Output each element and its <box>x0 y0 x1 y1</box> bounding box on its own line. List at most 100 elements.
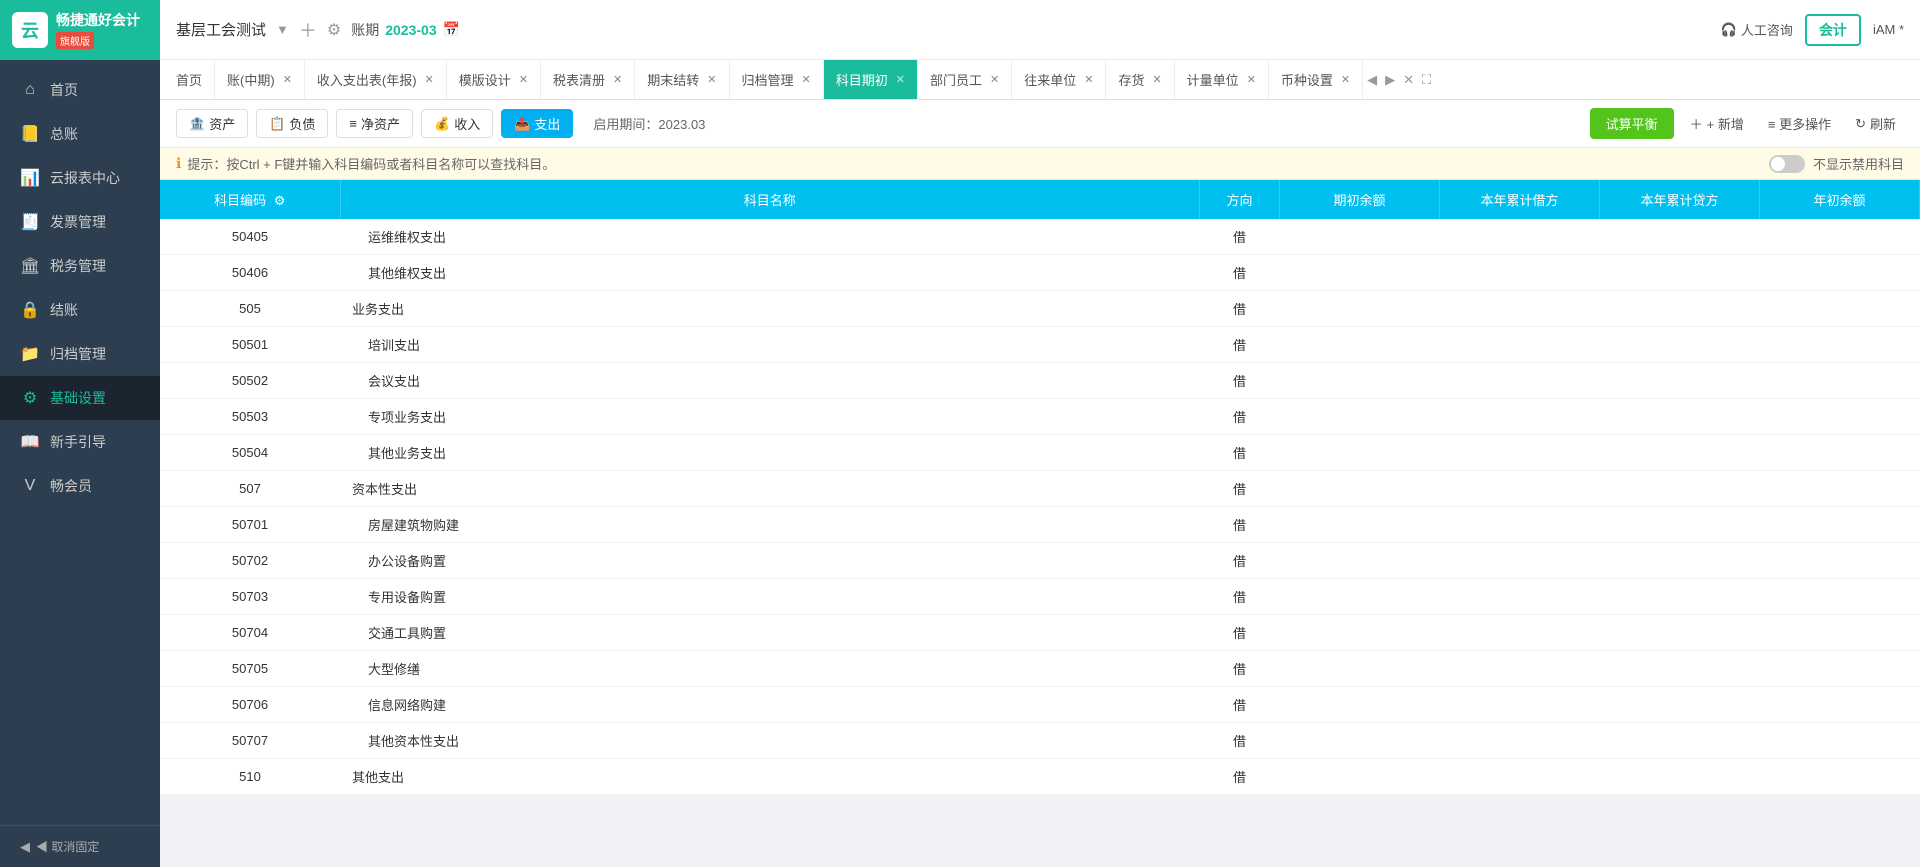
table-row[interactable]: 50405运维维权支出借 <box>160 219 1920 255</box>
tab-close-inventory[interactable]: ✕ <box>1152 73 1161 86</box>
header-code: 科目编码 ⚙ <box>160 180 340 219</box>
cell-opening-balance <box>1280 399 1440 435</box>
cell-code: 50406 <box>160 255 340 291</box>
account-type-assets[interactable]: 🏦 资产 <box>176 109 248 138</box>
cell-name: 专项业务支出 <box>340 399 1200 435</box>
tab-scroll-left[interactable]: ◀ <box>1363 72 1381 88</box>
more-btn[interactable]: ≡ 更多操作 <box>1760 110 1839 137</box>
add-tab-btn[interactable]: ＋ <box>299 17 317 43</box>
cell-code: 50501 <box>160 327 340 363</box>
refresh-btn[interactable]: ↻ 刷新 <box>1847 110 1904 137</box>
header-ytd-credit: 本年累计贷方 <box>1600 180 1760 219</box>
table-row[interactable]: 50504其他业务支出借 <box>160 435 1920 471</box>
account-type-liabilities[interactable]: 📋 负债 <box>256 109 328 138</box>
tax-icon: 🏛 <box>20 256 40 276</box>
calendar-icon[interactable]: 📅 <box>443 21 460 38</box>
cell-ytd-balance <box>1760 543 1920 579</box>
period-info: 账期 2023-03 📅 <box>351 20 460 40</box>
table-row[interactable]: 507资本性支出借 <box>160 471 1920 507</box>
table-row[interactable]: 50705大型修缮借 <box>160 651 1920 687</box>
tab-currency[interactable]: 币种设置 ✕ <box>1269 60 1363 100</box>
table-row[interactable]: 50706信息网络购建借 <box>160 687 1920 723</box>
tab-close-subject[interactable]: ✕ <box>896 73 905 86</box>
tab-home[interactable]: 首页 <box>164 60 215 100</box>
tab-mid[interactable]: 账(中期) ✕ <box>215 60 305 100</box>
cell-ytd-balance <box>1760 363 1920 399</box>
cell-direction: 借 <box>1200 291 1280 327</box>
tab-close-mid[interactable]: ✕ <box>283 73 292 86</box>
service-btn[interactable]: 🎧 人工咨询 <box>1721 20 1793 39</box>
tab-clients[interactable]: 往来单位 ✕ <box>1012 60 1106 100</box>
settings-gear-icon[interactable]: ⚙ <box>327 20 341 40</box>
table-row[interactable]: 50502会议支出借 <box>160 363 1920 399</box>
tab-unit[interactable]: 计量单位 ✕ <box>1175 60 1269 100</box>
gear-icon[interactable]: ⚙ <box>274 193 286 208</box>
cell-ytd-balance <box>1760 615 1920 651</box>
account-type-equity[interactable]: ≡ 净资产 <box>336 109 413 138</box>
table-row[interactable]: 50704交通工具购置借 <box>160 615 1920 651</box>
tab-template[interactable]: 模版设计 ✕ <box>447 60 541 100</box>
tab-close-all[interactable]: ✕ <box>1399 72 1418 88</box>
kuai-btn[interactable]: 会计 <box>1805 14 1861 46</box>
tab-close-template[interactable]: ✕ <box>519 73 528 86</box>
cell-ytd-debit <box>1440 219 1600 255</box>
tab-scroll-right[interactable]: ▶ <box>1381 72 1399 88</box>
disable-toggle[interactable] <box>1769 155 1805 173</box>
account-type-expenses[interactable]: 📤 支出 <box>501 109 573 138</box>
tab-close-closing[interactable]: ✕ <box>707 73 716 86</box>
sidebar-item-tax[interactable]: 🏛 税务管理 <box>0 244 160 288</box>
expenses-icon: 📤 <box>514 116 530 132</box>
sidebar-item-settings[interactable]: ⚙ 基础设置 <box>0 376 160 420</box>
sidebar-item-home[interactable]: ⌂ 首页 <box>0 68 160 112</box>
liabilities-icon: 📋 <box>269 116 285 132</box>
tab-subject[interactable]: 科目期初 ✕ <box>824 60 918 100</box>
tab-closing[interactable]: 期末结转 ✕ <box>635 60 729 100</box>
tab-tax[interactable]: 税表清册 ✕ <box>541 60 635 100</box>
balance-btn[interactable]: 试算平衡 <box>1590 108 1674 139</box>
cell-code: 50703 <box>160 579 340 615</box>
cell-ytd-credit <box>1600 435 1760 471</box>
tab-dept[interactable]: 部门员工 ✕ <box>918 60 1012 100</box>
tab-close-currency[interactable]: ✕ <box>1341 73 1350 86</box>
company-dropdown-icon[interactable]: ▼ <box>276 22 289 37</box>
tab-archive[interactable]: 归档管理 ✕ <box>730 60 824 100</box>
table-row[interactable]: 50503专项业务支出借 <box>160 399 1920 435</box>
sidebar-item-closing[interactable]: 🔒 结账 <box>0 288 160 332</box>
cell-name: 资本性支出 <box>340 471 1200 507</box>
table-row[interactable]: 505业务支出借 <box>160 291 1920 327</box>
table-row[interactable]: 510其他支出借 <box>160 759 1920 795</box>
table-row[interactable]: 50702办公设备购置借 <box>160 543 1920 579</box>
table-row[interactable]: 50406其他维权支出借 <box>160 255 1920 291</box>
tab-close-unit[interactable]: ✕ <box>1247 73 1256 86</box>
table-row[interactable]: 50701房屋建筑物购建借 <box>160 507 1920 543</box>
tab-income[interactable]: 收入支出表(年报) ✕ <box>305 60 447 100</box>
tab-close-archive[interactable]: ✕ <box>802 73 811 86</box>
equity-icon: ≡ <box>349 116 357 131</box>
sidebar-item-invoice[interactable]: 🧾 发票管理 <box>0 200 160 244</box>
tab-close-tax[interactable]: ✕ <box>613 73 622 86</box>
add-btn[interactable]: ＋ + 新增 <box>1682 110 1752 137</box>
tab-maximize[interactable]: ⛶ <box>1418 72 1435 88</box>
cell-ytd-debit <box>1440 507 1600 543</box>
cell-name: 其他支出 <box>340 759 1200 795</box>
table-row[interactable]: 50501培训支出借 <box>160 327 1920 363</box>
cell-name: 会议支出 <box>340 363 1200 399</box>
header-ytd-balance: 年初余额 <box>1760 180 1920 219</box>
sidebar-item-guide[interactable]: 📖 新手引导 <box>0 420 160 464</box>
account-type-income[interactable]: 💰 收入 <box>421 109 493 138</box>
sidebar-item-ledger[interactable]: 📒 总账 <box>0 112 160 156</box>
tab-close-dept[interactable]: ✕ <box>990 73 999 86</box>
tab-inventory[interactable]: 存货 ✕ <box>1106 60 1174 100</box>
sidebar-item-reports[interactable]: 📊 云报表中心 <box>0 156 160 200</box>
cell-ytd-credit <box>1600 219 1760 255</box>
sidebar-item-archive[interactable]: 📁 归档管理 <box>0 332 160 376</box>
table-row[interactable]: 50707其他资本性支出借 <box>160 723 1920 759</box>
table-row[interactable]: 50703专用设备购置借 <box>160 579 1920 615</box>
tab-close-clients[interactable]: ✕ <box>1084 73 1093 86</box>
cell-ytd-debit <box>1440 255 1600 291</box>
sidebar-item-member[interactable]: V 畅会员 <box>0 464 160 508</box>
sidebar-logo: 云 畅捷通好会计 旗舰版 <box>0 0 160 60</box>
sidebar-collapse-btn[interactable]: ◀ ◀ 取消固定 <box>0 825 160 867</box>
tab-close-income[interactable]: ✕ <box>425 73 434 86</box>
home-icon: ⌂ <box>20 81 40 99</box>
